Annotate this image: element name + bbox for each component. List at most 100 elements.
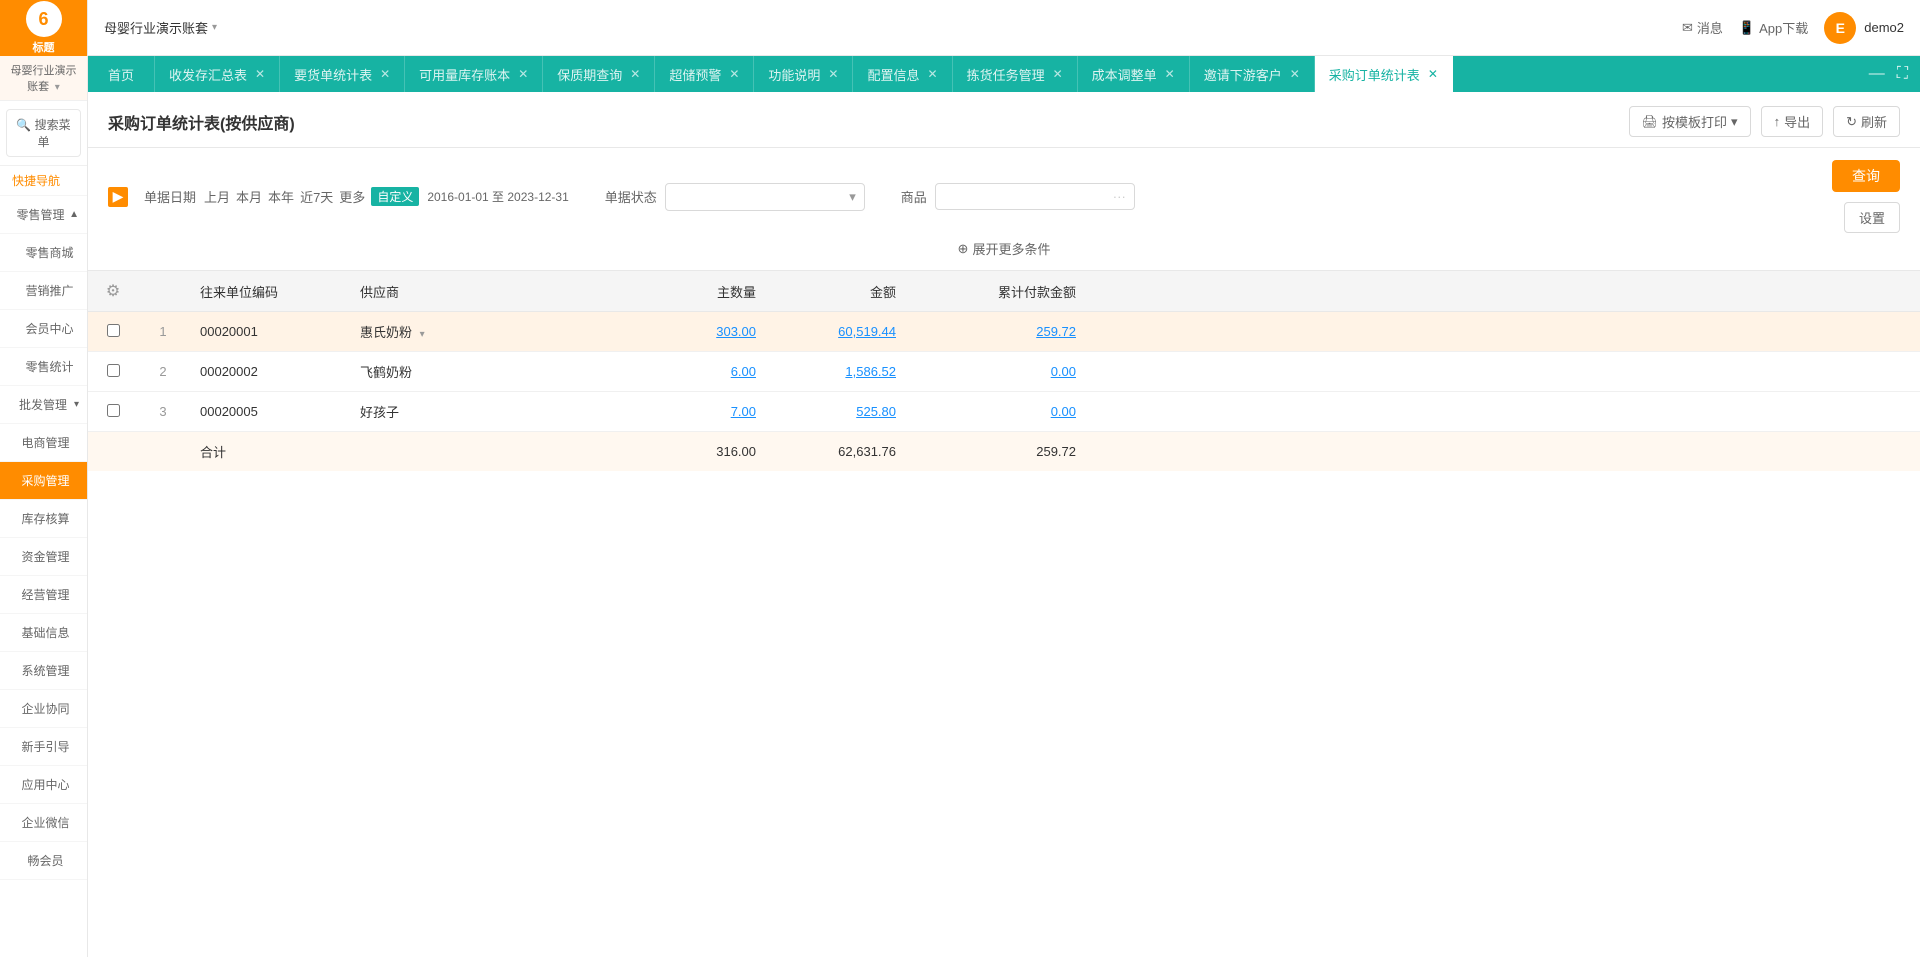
topbar-left: 母婴行业演示账套 ▾ — [104, 18, 217, 37]
shortcut-last-month[interactable]: 上月 — [204, 187, 230, 206]
avatar: E — [1824, 12, 1856, 44]
row-amount[interactable]: 60,519.44 — [768, 312, 908, 352]
filter-toggle-button[interactable]: ▶ — [108, 187, 128, 207]
sidebar-item-inventory[interactable]: 库存核算 — [0, 500, 87, 538]
row-checkbox[interactable] — [107, 364, 120, 377]
tab-close-icon[interactable]: ✕ — [928, 67, 938, 81]
sidebar-item-finance[interactable]: 资金管理 — [0, 538, 87, 576]
export-button[interactable]: ↑ 导出 — [1761, 106, 1824, 137]
tab-close-icon[interactable]: ✕ — [1290, 67, 1300, 81]
custom-date-badge[interactable]: 自定义 — [371, 187, 419, 206]
row-qty[interactable]: 303.00 — [628, 312, 768, 352]
goods-input[interactable]: ··· — [935, 183, 1135, 210]
date-filter-label: 单据日期 — [144, 187, 196, 206]
sidebar-item-marketing[interactable]: 营销推广 — [0, 272, 87, 310]
sidebar-item-newbie[interactable]: 新手引导 — [0, 728, 87, 766]
template-print-button[interactable]: 🖨 按模板打印 ▾ — [1629, 106, 1751, 137]
dropdown-chevron-icon: ▾ — [212, 22, 217, 33]
sidebar-item-ops[interactable]: 经营管理 — [0, 576, 87, 614]
sidebar-item-basic[interactable]: 基础信息 — [0, 614, 87, 652]
status-filter: 单据状态 ▾ — [605, 183, 865, 211]
tab-home[interactable]: 首页 — [88, 56, 155, 92]
sidebar-item-retail[interactable]: 零售管理 ▲ — [0, 196, 87, 234]
tab-minimize-icon[interactable]: — — [1865, 63, 1889, 85]
sidebar-item-appstore[interactable]: 应用中心 — [0, 766, 87, 804]
table-header-row: ⚙ 往来单位编码 供应商 主数量 金额 累计付款金额 — [88, 271, 1920, 312]
tab-close-icon[interactable]: ✕ — [630, 67, 640, 81]
tab-config[interactable]: 配置信息 ✕ — [853, 56, 952, 92]
tab-close-icon[interactable]: ✕ — [1165, 67, 1175, 81]
print-icon: 🖨 — [1642, 114, 1659, 130]
refresh-button[interactable]: ↻ 刷新 — [1833, 106, 1900, 137]
sidebar-logo[interactable]: 6 标题 — [0, 0, 87, 56]
row-qty[interactable]: 6.00 — [628, 352, 768, 392]
sidebar-item-wholesale[interactable]: 批发管理 ▾ — [0, 386, 87, 424]
sidebar-item-retail-stat[interactable]: 零售统计 — [0, 348, 87, 386]
company-dropdown[interactable]: 母婴行业演示账套 ▾ — [0, 56, 87, 101]
setting-button[interactable]: 设置 — [1844, 202, 1900, 233]
tab-close-icon[interactable]: ✕ — [255, 67, 265, 81]
tab-label: 功能说明 — [768, 65, 820, 84]
sidebar: 6 标题 母婴行业演示账套 ▾ 🔍 搜索菜单 快捷导航 零售管理 ▲ 零售商城 … — [0, 0, 88, 957]
user-menu[interactable]: E demo2 — [1824, 12, 1904, 44]
date-range-display: 2016-01-01 至 2023-12-31 — [427, 188, 568, 205]
sidebar-item-enterprise[interactable]: 企业协同 — [0, 690, 87, 728]
tab-close-icon[interactable]: ✕ — [1053, 67, 1063, 81]
tab-stock-book[interactable]: 可用量库存账本 ✕ — [405, 56, 543, 92]
sidebar-item-wechat[interactable]: 企业微信 — [0, 804, 87, 842]
message-button[interactable]: ✉ 消息 — [1682, 18, 1723, 37]
row-amount[interactable]: 525.80 — [768, 392, 908, 432]
sidebar-item-vip[interactable]: 畅会员 — [0, 842, 87, 880]
expand-more-button[interactable]: ⊕ 展开更多条件 — [958, 239, 1051, 258]
goods-more-icon[interactable]: ··· — [1113, 189, 1126, 204]
table-row: 2 00020002 飞鹤奶粉 6.00 1,586.52 0.00 — [88, 352, 1920, 392]
column-settings-icon[interactable]: ⚙ — [106, 283, 120, 300]
tab-receive-send[interactable]: 收发存汇总表 ✕ — [155, 56, 280, 92]
shortcut-more[interactable]: 更多 — [339, 187, 365, 206]
tab-purchase-order-stat[interactable]: 采购订单统计表 ✕ — [1315, 56, 1453, 92]
col-amount-header: 金额 — [768, 271, 908, 312]
row-checkbox[interactable] — [107, 404, 120, 417]
row-paid[interactable]: 259.72 — [908, 312, 1088, 352]
row-paid[interactable]: 0.00 — [908, 352, 1088, 392]
sidebar-item-system[interactable]: 系统管理 — [0, 652, 87, 690]
tab-cost-adj[interactable]: 成本调整单 ✕ — [1078, 56, 1190, 92]
row-checkbox[interactable] — [107, 324, 120, 337]
tab-close-icon[interactable]: ✕ — [380, 67, 390, 81]
tab-expiry[interactable]: 保质期查询 ✕ — [543, 56, 655, 92]
tab-close-icon[interactable]: ✕ — [828, 67, 838, 81]
tab-maximize-icon[interactable]: ⛶ — [1893, 63, 1912, 85]
sidebar-item-ecommerce[interactable]: 电商管理 — [0, 424, 87, 462]
status-select[interactable]: ▾ — [665, 183, 865, 211]
row-supplier: 惠氏奶粉 ▾ — [348, 312, 628, 352]
query-col: 查询 设置 — [1832, 160, 1900, 233]
query-button[interactable]: 查询 — [1832, 160, 1900, 192]
row-checkbox-cell[interactable] — [88, 392, 138, 432]
tab-close-active-icon[interactable]: ✕ — [1428, 67, 1438, 81]
row-extra — [1088, 352, 1920, 392]
quick-nav-item[interactable]: 快捷导航 — [0, 166, 87, 196]
row-qty[interactable]: 7.00 — [628, 392, 768, 432]
row-amount[interactable]: 1,586.52 — [768, 352, 908, 392]
row-paid[interactable]: 0.00 — [908, 392, 1088, 432]
row-checkbox-cell[interactable] — [88, 352, 138, 392]
company-selector[interactable]: 母婴行业演示账套 ▾ — [104, 18, 217, 37]
tab-pick-task[interactable]: 拣货任务管理 ✕ — [953, 56, 1078, 92]
shortcut-this-year[interactable]: 本年 — [268, 187, 294, 206]
arrow-icon: ▾ — [74, 399, 79, 410]
shortcut-7days[interactable]: 近7天 — [300, 187, 333, 206]
col-settings-header[interactable]: ⚙ — [88, 271, 138, 312]
app-download-button[interactable]: 📱 App下载 — [1739, 18, 1808, 37]
sidebar-item-purchase[interactable]: 采购管理 — [0, 462, 87, 500]
sidebar-item-retail-shop[interactable]: 零售商城 — [0, 234, 87, 272]
search-menu-button[interactable]: 🔍 搜索菜单 — [6, 109, 81, 157]
tab-close-icon[interactable]: ✕ — [729, 67, 739, 81]
tab-close-icon[interactable]: ✕ — [518, 67, 528, 81]
tab-purchase-stat[interactable]: 要货单统计表 ✕ — [280, 56, 405, 92]
tab-func-desc[interactable]: 功能说明 ✕ — [754, 56, 853, 92]
row-checkbox-cell[interactable] — [88, 312, 138, 352]
tab-invite[interactable]: 邀请下游客户 ✕ — [1190, 56, 1315, 92]
tab-overstock[interactable]: 超储预警 ✕ — [655, 56, 754, 92]
shortcut-this-month[interactable]: 本月 — [236, 187, 262, 206]
sidebar-item-member[interactable]: 会员中心 — [0, 310, 87, 348]
